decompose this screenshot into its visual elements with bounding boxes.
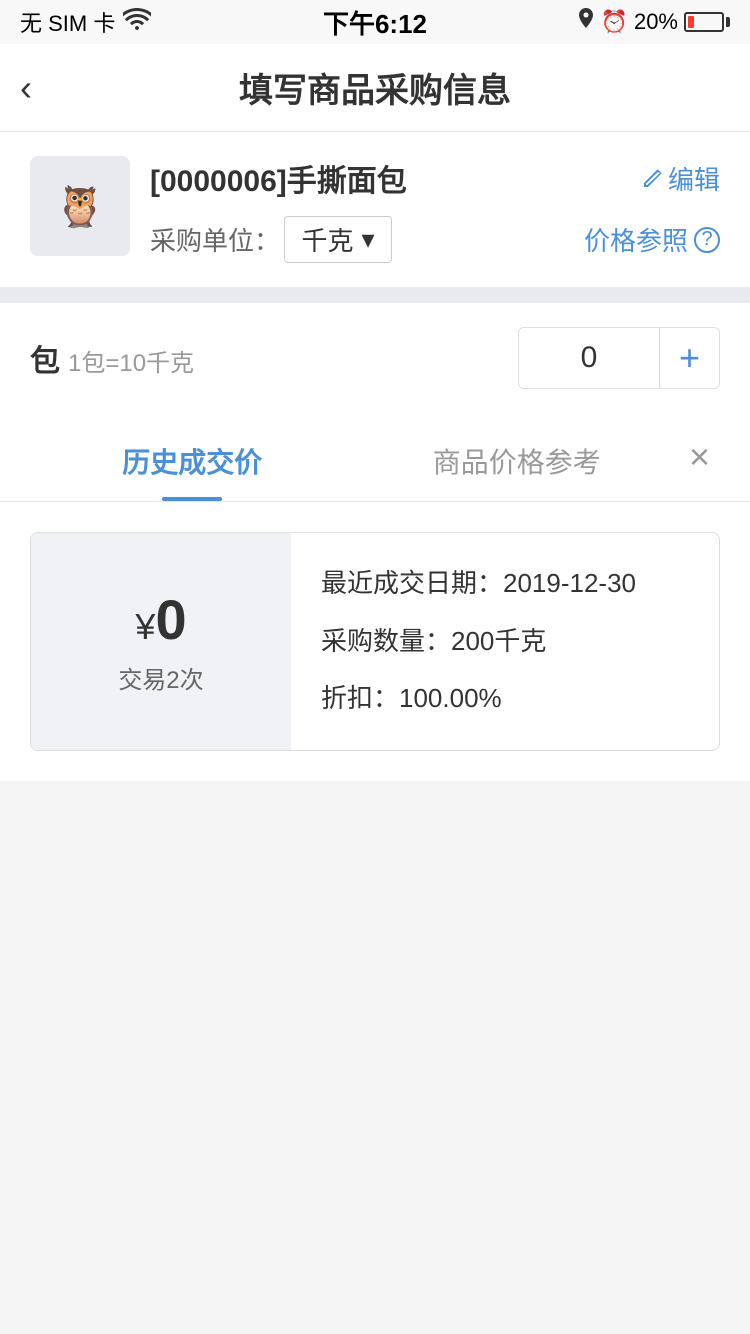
product-logo-icon: 🦉 bbox=[55, 183, 105, 230]
tab-header: 历史成交价 商品价格参考 × bbox=[0, 413, 750, 502]
location-icon bbox=[577, 8, 595, 36]
product-info: [0000006]手撕面包 编辑 采购单位： 千克 ▾ 价格参照 ? bbox=[150, 156, 720, 263]
edit-button[interactable]: 编辑 bbox=[642, 160, 720, 197]
back-button[interactable]: ‹ bbox=[20, 67, 32, 109]
price-detail-quantity: 采购数量：200千克 bbox=[321, 621, 689, 663]
price-card: ¥0 交易2次 最近成交日期：2019-12-30 采购数量：200千克 折扣：… bbox=[30, 532, 720, 751]
quantity-unit-label: 包 bbox=[30, 336, 60, 380]
quantity-row: 包 1包=10千克 + bbox=[0, 303, 750, 413]
unit-select-button[interactable]: 千克 ▾ bbox=[284, 216, 391, 263]
status-bar: 无 SIM 卡 下午6:12 ⏰ 20% bbox=[0, 0, 750, 44]
quantity-plus-button[interactable]: + bbox=[659, 328, 719, 388]
status-right: ⏰ 20% bbox=[577, 8, 730, 36]
tab-content: ¥0 交易2次 最近成交日期：2019-12-30 采购数量：200千克 折扣：… bbox=[0, 502, 750, 781]
status-time: 下午6:12 bbox=[323, 4, 427, 41]
unit-label: 采购单位： bbox=[150, 226, 280, 256]
product-header: [0000006]手撕面包 编辑 bbox=[150, 156, 720, 200]
nav-bar: ‹ 填写商品采购信息 bbox=[0, 44, 750, 132]
price-detail-discount: 折扣：100.00% bbox=[321, 678, 689, 720]
status-left: 无 SIM 卡 bbox=[20, 6, 151, 38]
quantity-input[interactable] bbox=[519, 328, 659, 388]
price-summary: ¥0 交易2次 bbox=[31, 533, 291, 750]
price-detail-date: 最近成交日期：2019-12-30 bbox=[321, 563, 689, 605]
page-title: 填写商品采购信息 bbox=[239, 63, 511, 112]
quantity-input-group[interactable]: + bbox=[518, 327, 720, 389]
price-reference-button[interactable]: 价格参照 ? bbox=[584, 221, 720, 258]
wifi-icon bbox=[123, 8, 151, 36]
quantity-equiv-label: 1包=10千克 bbox=[68, 343, 194, 378]
section-divider bbox=[0, 287, 750, 303]
battery-icon bbox=[684, 12, 730, 32]
tab-history-price[interactable]: 历史成交价 bbox=[30, 413, 354, 501]
tab-panel: 历史成交价 商品价格参考 × ¥0 交易2次 最近成交日期：2019-12-30… bbox=[0, 413, 750, 781]
price-value: ¥0 bbox=[135, 587, 186, 652]
unit-label-group: 采购单位： 千克 ▾ bbox=[150, 216, 392, 263]
product-unit-row: 采购单位： 千克 ▾ 价格参照 ? bbox=[150, 216, 720, 263]
alarm-icon: ⏰ bbox=[601, 9, 628, 35]
product-name: [0000006]手撕面包 bbox=[150, 156, 407, 200]
battery-percent: 20% bbox=[634, 9, 678, 35]
price-ref-help-icon: ? bbox=[694, 227, 720, 253]
tab-product-price-ref[interactable]: 商品价格参考 bbox=[354, 413, 678, 501]
quantity-label: 包 1包=10千克 bbox=[30, 336, 194, 380]
product-card: 🦉 [0000006]手撕面包 编辑 采购单位： 千克 ▾ 价格参照 ? bbox=[0, 132, 750, 287]
price-trades: 交易2次 bbox=[118, 660, 203, 695]
price-details: 最近成交日期：2019-12-30 采购数量：200千克 折扣：100.00% bbox=[291, 533, 719, 750]
carrier-label: 无 SIM 卡 bbox=[20, 6, 115, 38]
tab-close-button[interactable]: × bbox=[679, 426, 720, 488]
product-image: 🦉 bbox=[30, 156, 130, 256]
